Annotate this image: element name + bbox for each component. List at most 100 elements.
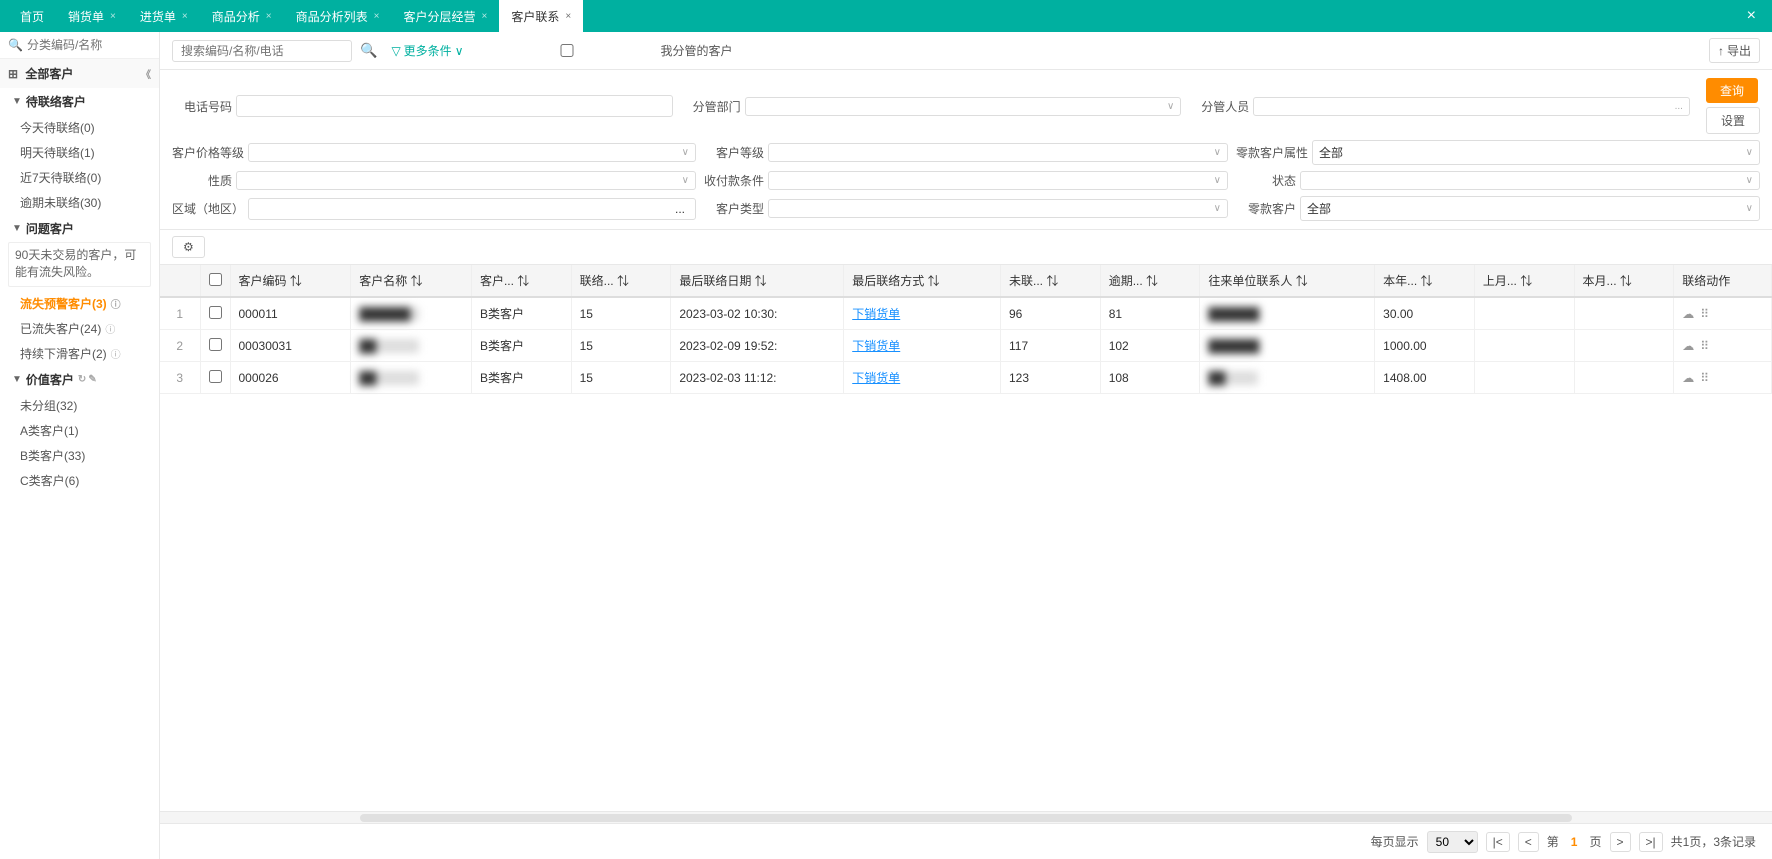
sidebar-group-pending[interactable]: ▼ 待联络客户 bbox=[0, 88, 159, 115]
cell-last-contact-method[interactable]: 下销货单 bbox=[844, 297, 1001, 330]
dept-select[interactable]: ∨ bbox=[745, 97, 1182, 116]
row-checkbox-1[interactable] bbox=[209, 338, 222, 351]
sidebar-item-tomorrow[interactable]: 明天待联络(1) bbox=[0, 140, 159, 165]
scroll-track[interactable] bbox=[360, 814, 1572, 822]
close-purchase-order-icon[interactable]: × bbox=[182, 11, 188, 22]
action-more-icon[interactable]: ⠿ bbox=[1700, 371, 1709, 385]
sidebar-item-overdue[interactable]: 逾期未联络(30) bbox=[0, 190, 159, 215]
close-customer-segment-icon[interactable]: × bbox=[481, 11, 487, 22]
col-this-month[interactable]: 本月... ⇅ bbox=[1574, 265, 1674, 297]
sidebar-item-class-b[interactable]: B类客户(33) bbox=[0, 443, 159, 468]
sidebar-group-problem[interactable]: ▼ 问题客户 bbox=[0, 215, 159, 242]
tab-customer-segment[interactable]: 客户分层经营 × bbox=[391, 0, 499, 32]
action-contact-icon[interactable]: ☁ bbox=[1682, 371, 1694, 385]
col-checkbox[interactable] bbox=[200, 265, 230, 297]
col-no-contact[interactable]: 未联... ⇅ bbox=[1001, 265, 1101, 297]
select-all-checkbox[interactable] bbox=[209, 273, 222, 286]
field-price-level: 客户价格等级 ∨ bbox=[172, 143, 696, 162]
row-checkbox-0[interactable] bbox=[209, 306, 222, 319]
cell-actions[interactable]: ☁ ⠿ bbox=[1674, 362, 1772, 394]
phone-input[interactable] bbox=[236, 95, 673, 117]
customer-level-select[interactable]: ∨ bbox=[768, 143, 1228, 162]
customer-type-select[interactable]: ∨ bbox=[768, 199, 1228, 218]
nav-home[interactable]: 首页 bbox=[8, 8, 56, 25]
cell-checkbox[interactable] bbox=[200, 330, 230, 362]
sidebar-item-churned[interactable]: 已流失客户(24) ⓘ bbox=[0, 316, 159, 341]
tab-purchase-order[interactable]: 进货单 × bbox=[128, 0, 200, 32]
col-overdue[interactable]: 逾期... ⇅ bbox=[1100, 265, 1200, 297]
close-customer-contact-icon[interactable]: × bbox=[565, 11, 571, 22]
cell-checkbox[interactable] bbox=[200, 297, 230, 330]
search-button-icon[interactable]: 🔍 bbox=[360, 42, 377, 59]
action-contact-icon[interactable]: ☁ bbox=[1682, 307, 1694, 321]
cell-last-contact-method[interactable]: 下销货单 bbox=[844, 362, 1001, 394]
gender-select[interactable]: ∨ bbox=[236, 171, 696, 190]
region-select[interactable]: ... bbox=[248, 198, 696, 220]
col-code[interactable]: 客户编码 ⇅ bbox=[230, 265, 351, 297]
sidebar-search-input[interactable] bbox=[27, 38, 160, 52]
sidebar-item-declining[interactable]: 持续下滑客户(2) ⓘ bbox=[0, 341, 159, 366]
last-page-btn[interactable]: >| bbox=[1639, 832, 1663, 852]
col-last-contact-method[interactable]: 最后联络方式 ⇅ bbox=[844, 265, 1001, 297]
sidebar-collapse-btn[interactable]: 《 bbox=[141, 66, 151, 81]
action-more-icon[interactable]: ⠿ bbox=[1700, 339, 1709, 353]
col-name[interactable]: 客户名称 ⇅ bbox=[351, 265, 472, 297]
tab-product-analysis-list[interactable]: 商品分析列表 × bbox=[284, 0, 392, 32]
query-button[interactable]: 查询 bbox=[1706, 78, 1758, 103]
close-sales-order-icon[interactable]: × bbox=[110, 11, 116, 22]
settings-cols-btn[interactable]: ⚙ bbox=[172, 236, 205, 258]
col-contact-person[interactable]: 往来单位联系人 ⇅ bbox=[1200, 265, 1375, 297]
close-product-analysis-list-icon[interactable]: × bbox=[374, 11, 380, 22]
sidebar-item-today[interactable]: 今天待联络(0) bbox=[0, 115, 159, 140]
cell-this-month bbox=[1574, 297, 1674, 330]
manager-select[interactable]: ... bbox=[1253, 97, 1690, 116]
action-more-icon[interactable]: ⠿ bbox=[1700, 307, 1709, 321]
horizontal-scrollbar[interactable] bbox=[160, 811, 1772, 823]
settings-button[interactable]: 设置 bbox=[1706, 107, 1760, 134]
cell-actions[interactable]: ☁ ⠿ bbox=[1674, 330, 1772, 362]
payment-select[interactable]: ∨ bbox=[768, 171, 1228, 190]
my-customers-checkbox[interactable] bbox=[477, 44, 657, 57]
first-page-btn[interactable]: |< bbox=[1486, 832, 1510, 852]
col-last-month[interactable]: 上月... ⇅ bbox=[1474, 265, 1574, 297]
sidebar-item-7days[interactable]: 近7天待联络(0) bbox=[0, 165, 159, 190]
col-last-contact-date[interactable]: 最后联络日期 ⇅ bbox=[671, 265, 844, 297]
export-button[interactable]: ↑ 导出 bbox=[1709, 38, 1760, 63]
edit-icon[interactable]: ✎ bbox=[88, 374, 96, 385]
col-type[interactable]: 客户... ⇅ bbox=[471, 265, 571, 297]
sidebar-item-ungroups[interactable]: 未分组(32) bbox=[0, 393, 159, 418]
col-contact[interactable]: 联络... ⇅ bbox=[571, 265, 671, 297]
close-all-button[interactable]: × bbox=[1739, 7, 1764, 25]
tab-product-analysis[interactable]: 商品分析 × bbox=[200, 0, 284, 32]
my-customers-checkbox-label[interactable]: 我分管的客户 bbox=[477, 42, 732, 59]
all-customers-header[interactable]: ⊞ 全部客户 《 bbox=[0, 59, 159, 88]
next-page-btn[interactable]: > bbox=[1610, 832, 1631, 852]
query-settings-group: 查询 设置 bbox=[1706, 78, 1760, 134]
cell-checkbox[interactable] bbox=[200, 362, 230, 394]
prev-page-btn[interactable]: < bbox=[1518, 832, 1539, 852]
region-dots[interactable]: ... bbox=[671, 202, 689, 216]
sidebar-item-class-c[interactable]: C类客户(6) bbox=[0, 468, 159, 493]
zero-customer-select[interactable]: 全部 ∨ bbox=[1300, 196, 1760, 221]
cell-contact-person: ██ bbox=[1200, 362, 1375, 394]
refresh-icon[interactable]: ↻ bbox=[78, 374, 86, 385]
more-conditions-btn[interactable]: ▽ 更多条件 ∨ bbox=[385, 40, 469, 61]
sidebar-item-churn-warning[interactable]: 流失预警客户(3) ⓘ bbox=[0, 291, 159, 316]
status-icon: ∨ bbox=[1746, 175, 1753, 186]
per-page-select[interactable]: 50 100 bbox=[1427, 831, 1478, 853]
price-level-select[interactable]: ∨ bbox=[248, 143, 696, 162]
cell-last-contact-method[interactable]: 下销货单 bbox=[844, 330, 1001, 362]
status-select[interactable]: ∨ bbox=[1300, 171, 1760, 190]
tab-sales-order[interactable]: 销货单 × bbox=[56, 0, 128, 32]
sidebar-group-value[interactable]: ▼ 价值客户 ↻ ✎ bbox=[0, 366, 159, 393]
search-input[interactable] bbox=[172, 40, 352, 62]
sidebar-item-class-a[interactable]: A类客户(1) bbox=[0, 418, 159, 443]
row-checkbox-2[interactable] bbox=[209, 370, 222, 383]
close-product-analysis-icon[interactable]: × bbox=[266, 11, 272, 22]
col-this-year[interactable]: 本年... ⇅ bbox=[1375, 265, 1475, 297]
cell-actions[interactable]: ☁ ⠿ bbox=[1674, 297, 1772, 330]
zero-attr-select[interactable]: 全部 ∨ bbox=[1312, 140, 1760, 165]
zero-attr-label: 零款客户属性 bbox=[1236, 144, 1308, 161]
action-contact-icon[interactable]: ☁ bbox=[1682, 339, 1694, 353]
tab-customer-contact[interactable]: 客户联系 × bbox=[499, 0, 583, 32]
